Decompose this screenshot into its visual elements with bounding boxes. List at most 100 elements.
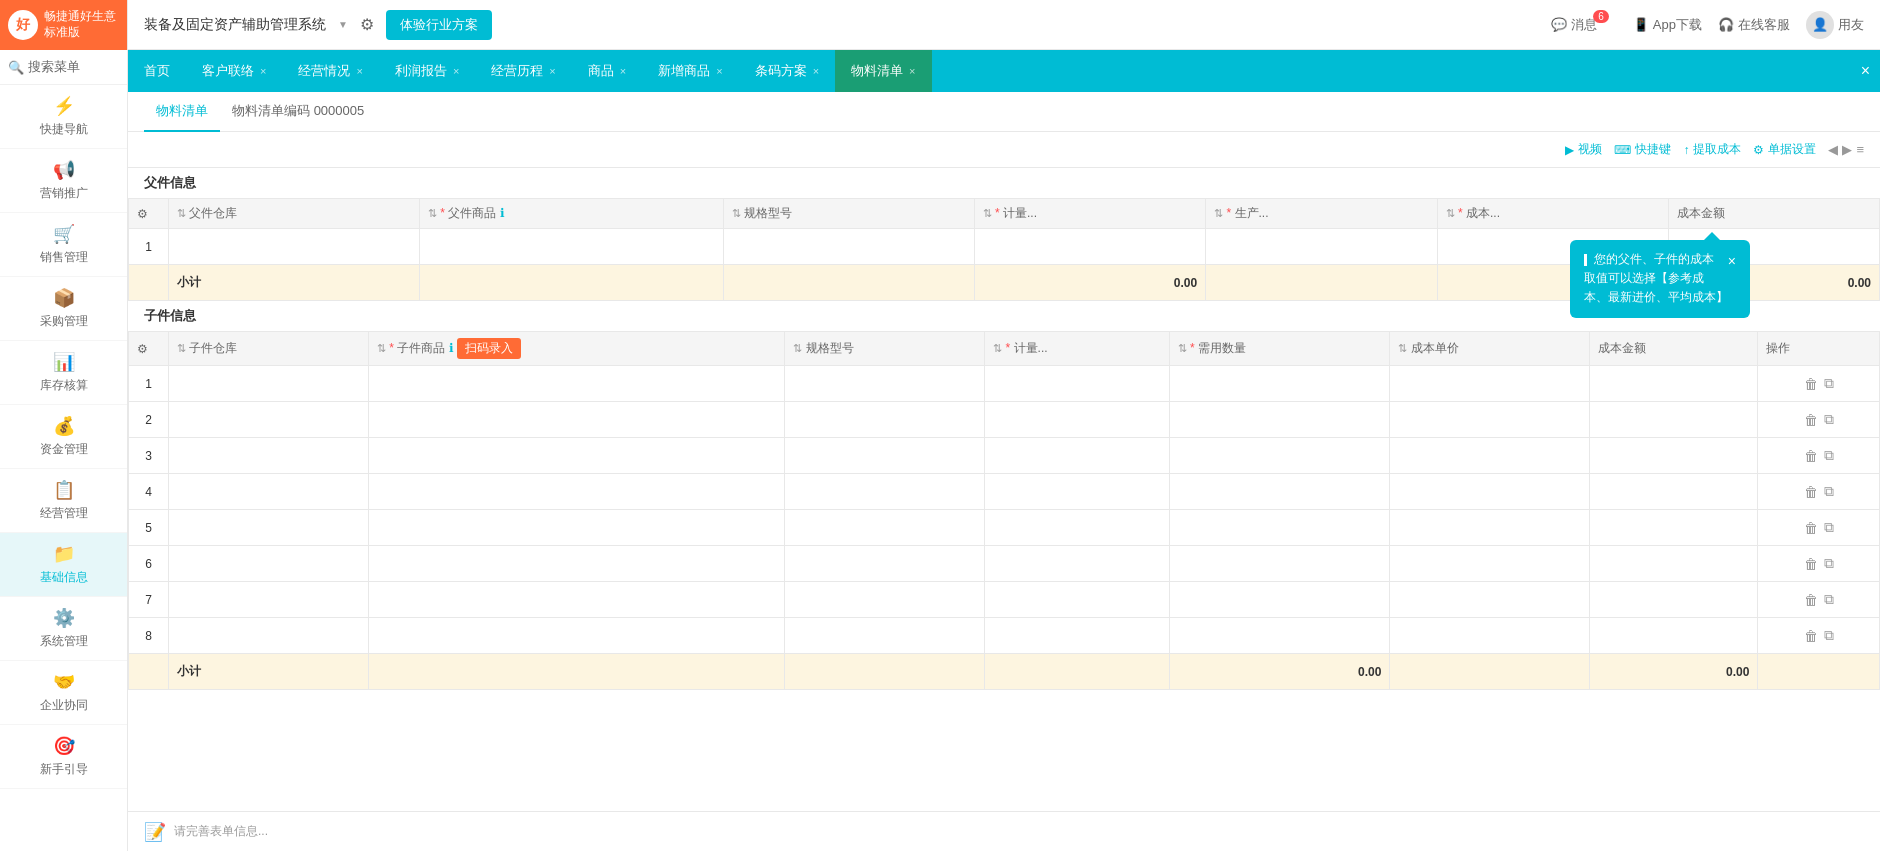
child-cell-unit[interactable]: [985, 438, 1170, 474]
message-action[interactable]: 💬 消息 6: [1551, 16, 1617, 34]
child-cell-unit[interactable]: [985, 582, 1170, 618]
child-cell-product[interactable]: [368, 510, 784, 546]
copy-icon[interactable]: ⧉: [1824, 483, 1834, 500]
child-cell-product[interactable]: [368, 582, 784, 618]
child-cell-product[interactable]: [368, 618, 784, 654]
delete-icon[interactable]: 🗑: [1804, 484, 1818, 500]
sidebar-item-marketing[interactable]: 📢 营销推广: [0, 149, 127, 213]
tab-customer[interactable]: 客户联络 ×: [186, 50, 282, 92]
tab-bom[interactable]: 物料清单 ×: [835, 50, 931, 92]
delete-icon[interactable]: 🗑: [1804, 448, 1818, 464]
child-cell-product[interactable]: [368, 546, 784, 582]
system-dropdown-icon[interactable]: ▼: [338, 19, 348, 30]
copy-icon[interactable]: ⧉: [1824, 411, 1834, 428]
app-download-action[interactable]: 📱 App下载: [1633, 16, 1702, 34]
child-info-icon[interactable]: ℹ: [449, 341, 454, 355]
single-settings-btn[interactable]: ⚙ 单据设置: [1753, 141, 1816, 158]
settings-button[interactable]: ⚙: [360, 15, 374, 34]
child-cell-unit[interactable]: [985, 474, 1170, 510]
tab-goods-close[interactable]: ×: [620, 65, 626, 77]
child-cell-warehouse[interactable]: [169, 546, 369, 582]
delete-icon[interactable]: 🗑: [1804, 592, 1818, 608]
child-cell-warehouse[interactable]: [169, 474, 369, 510]
tab-customer-close[interactable]: ×: [260, 65, 266, 77]
child-cell-spec[interactable]: [785, 402, 985, 438]
child-cell-warehouse[interactable]: [169, 510, 369, 546]
child-cell-spec[interactable]: [785, 546, 985, 582]
child-cell-warehouse[interactable]: [169, 402, 369, 438]
sidebar-item-purchase[interactable]: 📦 采购管理: [0, 277, 127, 341]
sidebar-item-operations[interactable]: 📋 经营管理: [0, 469, 127, 533]
trial-button[interactable]: 体验行业方案: [386, 10, 492, 40]
child-cell-unit[interactable]: [985, 618, 1170, 654]
delete-icon[interactable]: 🗑: [1804, 376, 1818, 392]
child-cell-spec[interactable]: [785, 474, 985, 510]
child-cell-qty[interactable]: [1169, 618, 1390, 654]
child-cell-spec[interactable]: [785, 510, 985, 546]
nav-close-all[interactable]: ×: [1851, 62, 1880, 80]
sub-tab-list[interactable]: 物料清单: [144, 92, 220, 132]
child-cell-warehouse[interactable]: [169, 366, 369, 402]
child-cell-warehouse[interactable]: [169, 438, 369, 474]
tab-profit[interactable]: 利润报告 ×: [379, 50, 475, 92]
child-cell-qty[interactable]: [1169, 402, 1390, 438]
expand-btn[interactable]: ≡: [1856, 142, 1864, 157]
child-cell-unit[interactable]: [985, 510, 1170, 546]
sidebar-item-system[interactable]: ⚙️ 系统管理: [0, 597, 127, 661]
delete-icon[interactable]: 🗑: [1804, 520, 1818, 536]
copy-icon[interactable]: ⧉: [1824, 591, 1834, 608]
child-col-settings[interactable]: ⚙: [129, 332, 169, 366]
extract-cost-btn[interactable]: ↑ 提取成本: [1683, 141, 1741, 158]
parent-cell-production[interactable]: [1206, 229, 1438, 265]
child-cell-unit[interactable]: [985, 366, 1170, 402]
copy-icon[interactable]: ⧉: [1824, 555, 1834, 572]
child-cell-qty[interactable]: [1169, 546, 1390, 582]
tab-goods[interactable]: 商品 ×: [572, 50, 642, 92]
sort-icon[interactable]: ⇅: [177, 207, 186, 219]
sidebar-item-quick-nav[interactable]: ⚡ 快捷导航: [0, 85, 127, 149]
sidebar-item-guide[interactable]: 🎯 新手引导: [0, 725, 127, 789]
shortcut-btn[interactable]: ⌨ 快捷键: [1614, 141, 1671, 158]
tab-ops-status-close[interactable]: ×: [356, 65, 362, 77]
parent-cell-product[interactable]: [419, 229, 723, 265]
parent-cell-warehouse[interactable]: [169, 229, 420, 265]
sidebar-item-enterprise[interactable]: 🤝 企业协同: [0, 661, 127, 725]
sidebar-item-sales[interactable]: 🛒 销售管理: [0, 213, 127, 277]
tab-new-goods[interactable]: 新增商品 ×: [642, 50, 738, 92]
parent-cell-spec[interactable]: [723, 229, 974, 265]
child-cell-spec[interactable]: [785, 366, 985, 402]
user-action[interactable]: 👤 用友: [1806, 11, 1864, 39]
next-page-btn[interactable]: ▶: [1842, 142, 1852, 157]
child-cell-unit[interactable]: [985, 546, 1170, 582]
child-cell-qty[interactable]: [1169, 510, 1390, 546]
copy-icon[interactable]: ⧉: [1824, 519, 1834, 536]
delete-icon[interactable]: 🗑: [1804, 412, 1818, 428]
info-icon[interactable]: ℹ: [500, 206, 505, 220]
tab-barcode[interactable]: 条码方案 ×: [739, 50, 835, 92]
sidebar-item-basic-info[interactable]: 📁 基础信息: [0, 533, 127, 597]
tab-ops-status[interactable]: 经营情况 ×: [282, 50, 378, 92]
child-cell-warehouse[interactable]: [169, 618, 369, 654]
sidebar-item-finance[interactable]: 💰 资金管理: [0, 405, 127, 469]
tab-ops-history-close[interactable]: ×: [549, 65, 555, 77]
tab-profit-close[interactable]: ×: [453, 65, 459, 77]
child-cell-product[interactable]: [368, 474, 784, 510]
tab-new-goods-close[interactable]: ×: [716, 65, 722, 77]
online-service-action[interactable]: 🎧 在线客服: [1718, 16, 1790, 34]
child-cell-product[interactable]: [368, 366, 784, 402]
delete-icon[interactable]: 🗑: [1804, 628, 1818, 644]
parent-cell-unit[interactable]: [974, 229, 1206, 265]
sidebar-item-inventory[interactable]: 📊 库存核算: [0, 341, 127, 405]
child-cell-warehouse[interactable]: [169, 582, 369, 618]
search-menu[interactable]: 🔍 搜索菜单: [0, 50, 127, 85]
child-cell-spec[interactable]: [785, 438, 985, 474]
tab-bom-close[interactable]: ×: [909, 65, 915, 77]
child-cell-product[interactable]: [368, 438, 784, 474]
scan-input-btn[interactable]: 扫码录入: [457, 338, 521, 359]
sub-tab-code[interactable]: 物料清单编码 0000005: [220, 92, 376, 132]
copy-icon[interactable]: ⧉: [1824, 447, 1834, 464]
prev-page-btn[interactable]: ◀: [1828, 142, 1838, 157]
delete-icon[interactable]: 🗑: [1804, 556, 1818, 572]
child-cell-qty[interactable]: [1169, 582, 1390, 618]
child-cell-product[interactable]: [368, 402, 784, 438]
